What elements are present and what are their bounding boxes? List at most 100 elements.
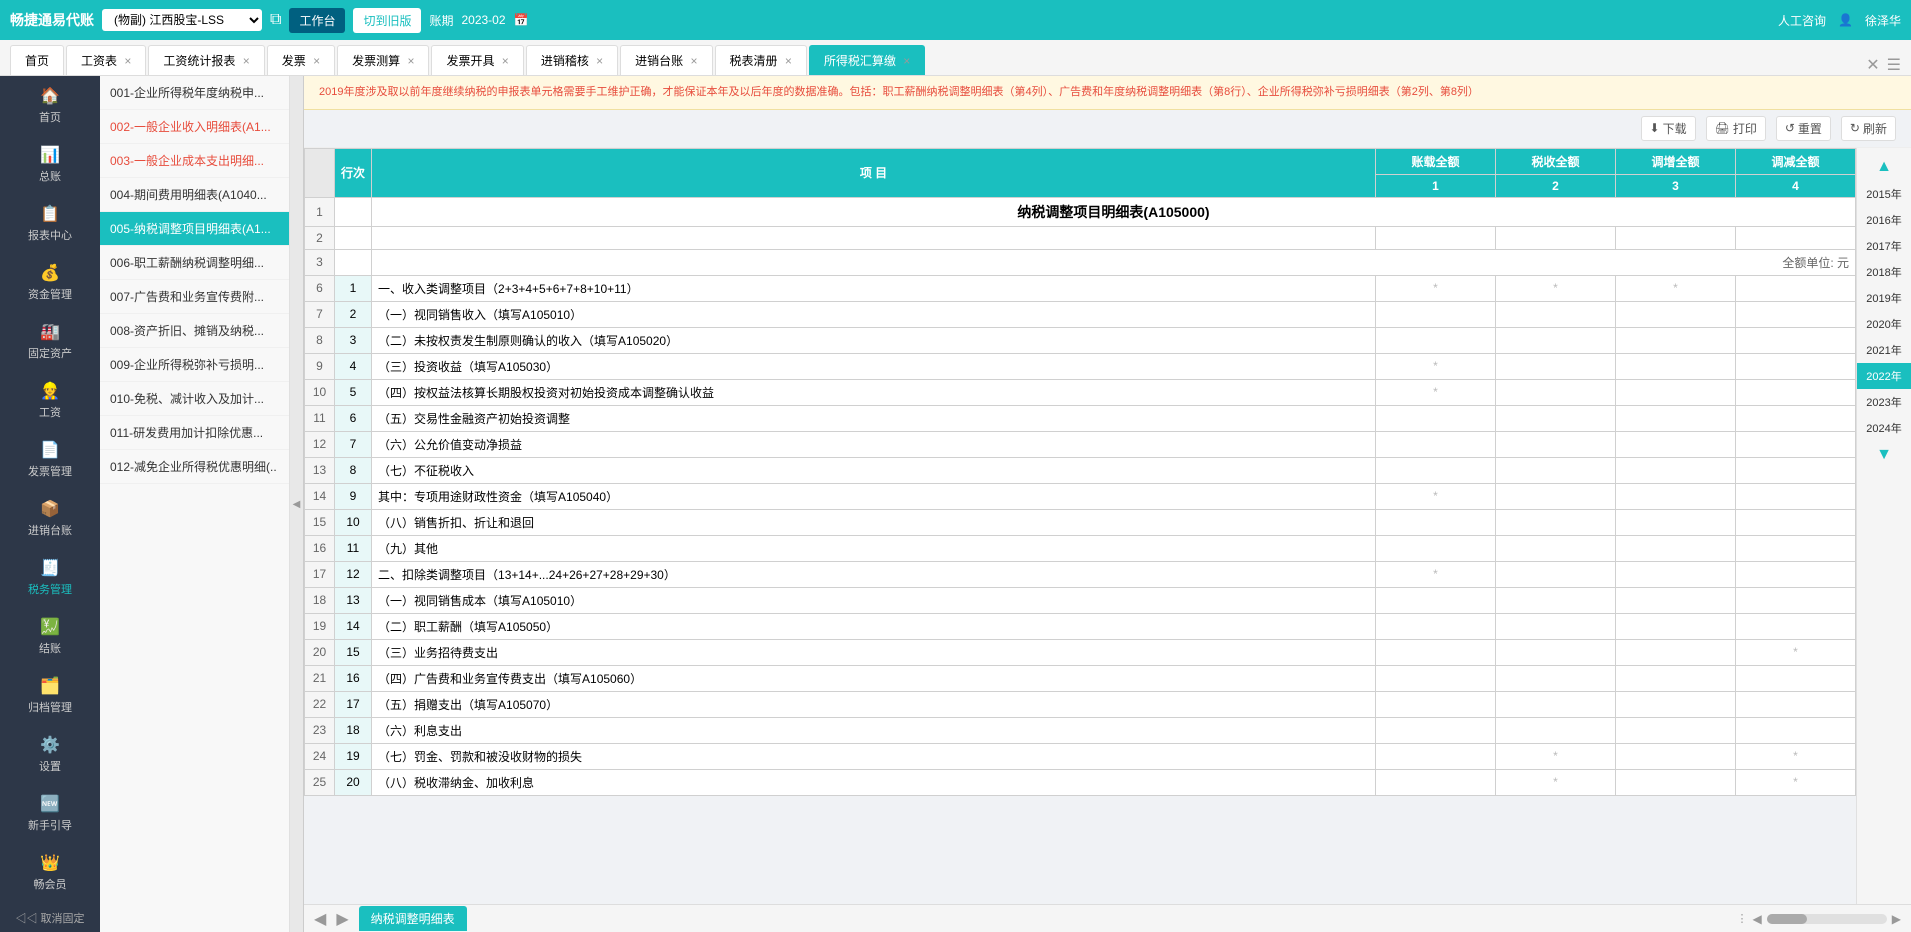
year-2020[interactable]: 2020年 xyxy=(1857,311,1911,337)
row-col1[interactable]: * xyxy=(1376,483,1496,509)
close-tab-invoice[interactable]: × xyxy=(313,54,320,68)
row-item[interactable]: （一）视同销售成本（填写A105010） xyxy=(372,587,1376,613)
year-2015[interactable]: 2015年 xyxy=(1857,181,1911,207)
tab-home[interactable]: 首页 xyxy=(10,45,64,75)
row-col1[interactable] xyxy=(1376,457,1496,483)
row-col2[interactable] xyxy=(1496,301,1616,327)
close-tab-income-tax[interactable]: × xyxy=(903,54,910,68)
tab-purchase-check[interactable]: 进销稽核 × xyxy=(526,45,618,75)
row-col1[interactable]: * xyxy=(1376,353,1496,379)
row-col4[interactable] xyxy=(1736,327,1856,353)
year-2018[interactable]: 2018年 xyxy=(1857,259,1911,285)
tab-payroll[interactable]: 工资表 × xyxy=(66,45,146,75)
left-panel-item-007[interactable]: 007-广告费和业务宣传费附... xyxy=(100,280,289,314)
row-item[interactable]: （七）罚金、罚款和被没收财物的损失 xyxy=(372,743,1376,769)
row-col2[interactable] xyxy=(1496,587,1616,613)
close-tab-purchase-check[interactable]: × xyxy=(596,54,603,68)
row-col4[interactable] xyxy=(1736,509,1856,535)
year-up-icon[interactable]: ▲ xyxy=(1871,153,1897,181)
row-col2[interactable] xyxy=(1496,457,1616,483)
row-col4[interactable]: * xyxy=(1736,769,1856,795)
table-row[interactable]: 11 6 （五）交易性金融资产初始投资调整 xyxy=(305,405,1856,431)
row-col4[interactable]: * xyxy=(1736,743,1856,769)
row-col1[interactable] xyxy=(1376,613,1496,639)
workbench-button[interactable]: 工作台 xyxy=(289,8,345,33)
reset-button[interactable]: ↺ 重置 xyxy=(1776,116,1831,141)
row-item[interactable]: 二、扣除类调整项目（13+14+...24+26+27+28+29+30） xyxy=(372,561,1376,587)
sidebar-item-fund[interactable]: 💰 资金管理 xyxy=(0,253,100,312)
row-col3[interactable] xyxy=(1616,379,1736,405)
row-col3[interactable] xyxy=(1616,483,1736,509)
panel-collapse-handle[interactable]: ◀ xyxy=(290,76,304,932)
sidebar-item-report[interactable]: 📋 报表中心 xyxy=(0,194,100,253)
row-col1[interactable] xyxy=(1376,301,1496,327)
left-panel-item-011[interactable]: 011-研发费用加计扣除优惠... xyxy=(100,416,289,450)
left-panel-item-004[interactable]: 004-期间费用明细表(A1040... xyxy=(100,178,289,212)
row-col3[interactable] xyxy=(1616,743,1736,769)
row-col3[interactable] xyxy=(1616,613,1736,639)
sidebar-item-tax[interactable]: 🧾 税务管理 xyxy=(0,548,100,607)
unpin-button[interactable]: ◁◁ 取消固定 xyxy=(0,902,100,932)
row-col2[interactable] xyxy=(1496,379,1616,405)
row-item[interactable]: （四）按权益法核算长期股权投资对初始投资成本调整确认收益 xyxy=(372,379,1376,405)
row-col4[interactable] xyxy=(1736,691,1856,717)
row-col4[interactable] xyxy=(1736,431,1856,457)
row-col3[interactable] xyxy=(1616,691,1736,717)
left-panel-item-002[interactable]: 002-一般企业收入明细表(A1... xyxy=(100,110,289,144)
row-item[interactable]: （五）交易性金融资产初始投资调整 xyxy=(372,405,1376,431)
row-col2[interactable] xyxy=(1496,613,1616,639)
year-2022[interactable]: 2022年 xyxy=(1857,363,1911,389)
row-col4[interactable] xyxy=(1736,561,1856,587)
table-row[interactable]: 12 7 （六）公允价值变动净损益 xyxy=(305,431,1856,457)
table-row[interactable]: 13 8 （七）不征税收入 xyxy=(305,457,1856,483)
row-col2[interactable] xyxy=(1496,535,1616,561)
row-col2[interactable] xyxy=(1496,483,1616,509)
row-col2[interactable] xyxy=(1496,509,1616,535)
back-button[interactable]: 切到旧版 xyxy=(353,8,421,33)
left-panel-item-010[interactable]: 010-免税、减计收入及加计... xyxy=(100,382,289,416)
close-tab-payroll-stat[interactable]: × xyxy=(243,54,250,68)
row-col3[interactable] xyxy=(1616,717,1736,743)
row-item[interactable]: 一、收入类调整项目（2+3+4+5+6+7+8+10+11） xyxy=(372,275,1376,301)
row-col2[interactable] xyxy=(1496,353,1616,379)
close-tab-invoice-open[interactable]: × xyxy=(502,54,509,68)
left-panel-item-012[interactable]: 012-减免企业所得税优惠明细(.. xyxy=(100,450,289,484)
close-tab-invoice-calc[interactable]: × xyxy=(407,54,414,68)
row-col1[interactable] xyxy=(1376,535,1496,561)
table-wrapper[interactable]: 行次 项 目 账载全额 税收全额 调增全额 调减全额 1 2 3 xyxy=(304,148,1856,905)
print-button[interactable]: 🖨 打印 xyxy=(1706,116,1766,141)
table-row[interactable]: 20 15 （三）业务招待费支出 * xyxy=(305,639,1856,665)
sidebar-item-vip[interactable]: 👑 畅会员 xyxy=(0,843,100,902)
row-col1[interactable] xyxy=(1376,431,1496,457)
row-col2[interactable]: * xyxy=(1496,743,1616,769)
row-col2[interactable] xyxy=(1496,561,1616,587)
table-row[interactable]: 15 10 （八）销售折扣、折让和退回 xyxy=(305,509,1856,535)
row-col3[interactable]: * xyxy=(1616,275,1736,301)
row-item[interactable]: 其中：专项用途财政性资金（填写A105040） xyxy=(372,483,1376,509)
row-col1[interactable] xyxy=(1376,327,1496,353)
scroll-right-icon[interactable]: ▶ xyxy=(1892,912,1901,926)
next-sheet-icon[interactable]: ▶ xyxy=(336,909,348,929)
close-tab-payroll[interactable]: × xyxy=(124,54,131,68)
left-panel-item-003[interactable]: 003-一般企业成本支出明细... xyxy=(100,144,289,178)
bottom-tab-adjust[interactable]: 纳税调整明细表 xyxy=(359,906,467,931)
row-col4[interactable]: * xyxy=(1736,639,1856,665)
copy-icon[interactable]: ⧉ xyxy=(270,11,281,29)
tab-income-tax[interactable]: 所得税汇算缴 × xyxy=(809,45,925,75)
sidebar-item-close[interactable]: 💹 结账 xyxy=(0,607,100,666)
left-panel-item-006[interactable]: 006-职工薪酬纳税调整明细... xyxy=(100,246,289,280)
user-service[interactable]: 人工咨询 xyxy=(1778,12,1826,29)
row-col4[interactable] xyxy=(1736,379,1856,405)
table-row[interactable]: 10 5 （四）按权益法核算长期股权投资对初始投资成本调整确认收益 * xyxy=(305,379,1856,405)
row-item[interactable]: （九）其他 xyxy=(372,535,1376,561)
sidebar-item-payroll[interactable]: 👷 工资 xyxy=(0,371,100,430)
table-row[interactable]: 9 4 （三）投资收益（填写A105030） * xyxy=(305,353,1856,379)
year-2016[interactable]: 2016年 xyxy=(1857,207,1911,233)
row-col3[interactable] xyxy=(1616,301,1736,327)
year-down-icon[interactable]: ▼ xyxy=(1871,441,1897,469)
sidebar-item-invoice-mgmt[interactable]: 📄 发票管理 xyxy=(0,430,100,489)
year-2017[interactable]: 2017年 xyxy=(1857,233,1911,259)
tab-invoice[interactable]: 发票 × xyxy=(267,45,335,75)
table-row[interactable]: 19 14 （二）职工薪酬（填写A105050） xyxy=(305,613,1856,639)
row-col2[interactable] xyxy=(1496,431,1616,457)
